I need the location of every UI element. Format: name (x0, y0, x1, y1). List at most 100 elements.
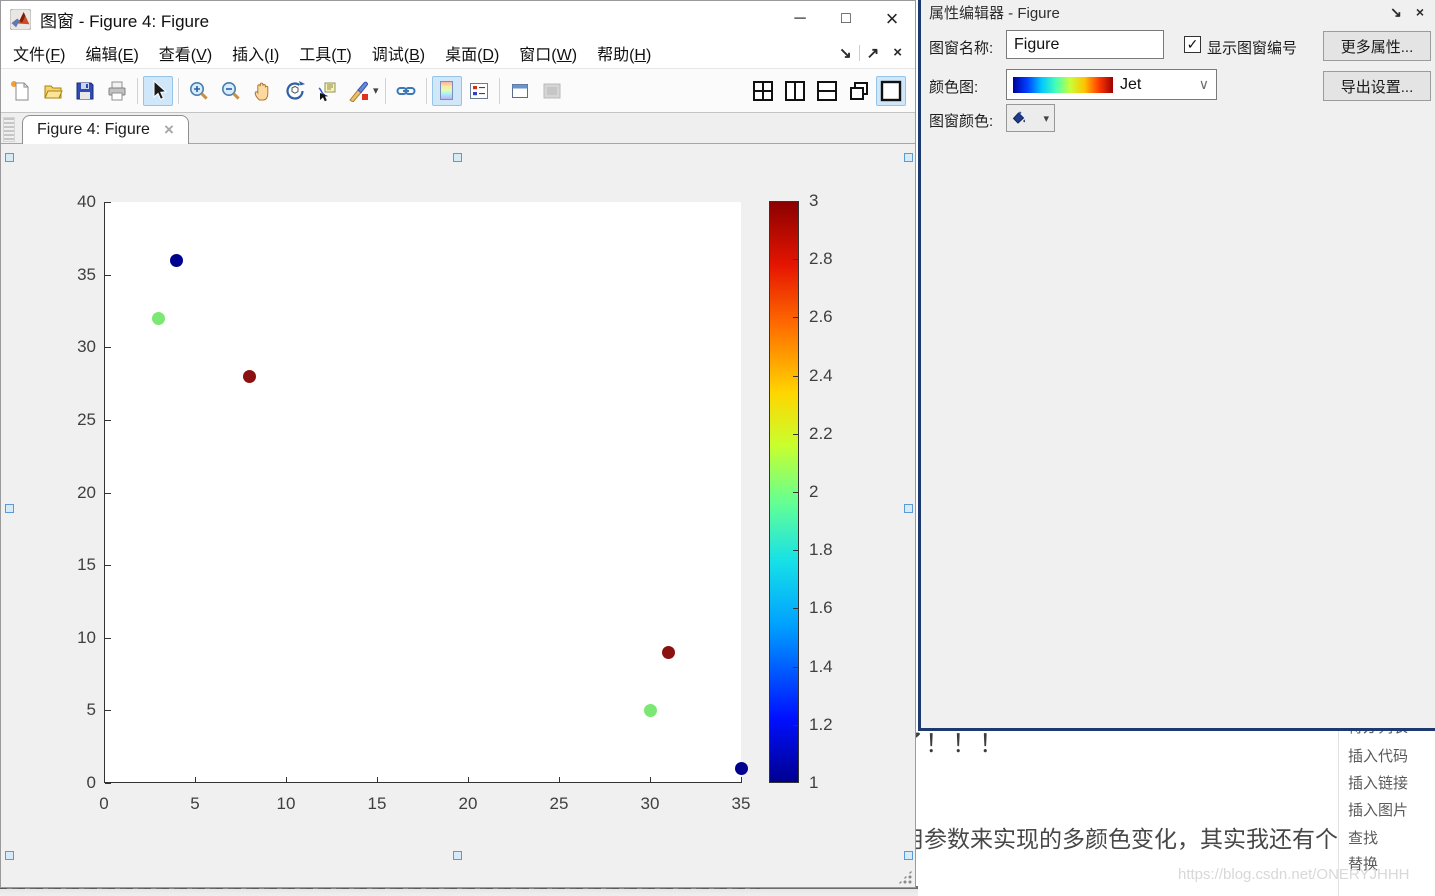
toolbar-separator (384, 77, 386, 104)
scatter-point[interactable] (170, 253, 184, 267)
y-axis-tick (105, 783, 111, 784)
split-top-bottom-icon (817, 80, 837, 101)
selection-handle (5, 153, 14, 162)
menu-t[interactable]: 工具(T) (291, 38, 359, 68)
menu-i[interactable]: 插入(I) (224, 38, 287, 68)
selection-handle (5, 504, 14, 513)
brush-data-button[interactable] (344, 76, 374, 106)
x-tick-label: 25 (549, 794, 569, 813)
figure-tab-label: Figure 4: Figure (37, 121, 150, 138)
x-tick-label: 30 (640, 794, 660, 813)
jet-colormap-swatch (1013, 76, 1113, 93)
insert-colorbar-icon (440, 81, 454, 100)
zoom-out-button[interactable] (216, 76, 246, 106)
editor-link-5[interactable]: 查找 (1348, 827, 1378, 848)
figure-tab[interactable]: Figure 4: Figure × (22, 115, 189, 145)
open-file-button[interactable] (38, 76, 68, 106)
matlab-logo-icon (10, 8, 31, 30)
tile-windows-button[interactable] (748, 76, 778, 106)
editor-link-4[interactable]: 插入图片 (1348, 799, 1408, 820)
link-plots-button[interactable] (391, 76, 421, 106)
maximize-button[interactable]: □ (823, 3, 869, 35)
split-left-right-button[interactable] (780, 76, 810, 106)
rotate-3d-button[interactable] (280, 76, 310, 106)
figure-name-input[interactable] (1006, 30, 1164, 59)
close-window-button[interactable]: × (869, 3, 915, 35)
insert-colorbar-button[interactable] (431, 75, 462, 106)
editor-link-3[interactable]: 插入链接 (1348, 772, 1408, 793)
colorbar-tick (793, 433, 798, 435)
scatter-point[interactable] (734, 761, 748, 775)
scatter-point[interactable] (243, 369, 257, 383)
y-tick-label: 40 (77, 192, 96, 211)
show-figure-number-checkbox[interactable]: ✓ (1184, 36, 1201, 53)
window-resize-grip[interactable] (898, 870, 912, 884)
panel-close-icon[interactable]: × (1409, 4, 1431, 21)
menu-e[interactable]: 编辑(E) (77, 38, 146, 68)
chevron-down-icon: ∨ (1198, 76, 1209, 92)
link-plots-icon (396, 86, 416, 95)
minimize-button[interactable]: ─ (777, 3, 823, 35)
edit-plot-pointer-button[interactable] (143, 75, 173, 106)
zoom-in-button[interactable] (184, 76, 214, 106)
tab-close-icon[interactable]: × (164, 120, 174, 140)
split-top-bottom-button[interactable] (812, 76, 842, 106)
print-figure-button[interactable] (102, 76, 132, 106)
colormap-label: 颜色图: (929, 79, 979, 96)
insert-legend-button[interactable] (464, 76, 494, 106)
y-tick-label: 20 (77, 482, 96, 502)
toolbar-separator (178, 77, 179, 104)
data-cursor-icon (318, 82, 336, 101)
zoom-in-icon (190, 81, 208, 100)
y-axis-tick (105, 202, 111, 203)
menu-h[interactable]: 帮助(H) (589, 38, 659, 68)
save-figure-button[interactable] (70, 76, 100, 106)
menu-d[interactable]: 桌面(D) (437, 38, 507, 68)
menu-b[interactable]: 调试(B) (364, 38, 433, 68)
toolbar-main-group: ▾ (5, 75, 568, 106)
scatter-point[interactable] (643, 703, 657, 717)
new-figure-button[interactable] (6, 76, 36, 106)
menu-w[interactable]: 窗口(W) (511, 38, 585, 68)
x-tick-label: 10 (276, 794, 296, 813)
tab-drag-grip[interactable] (3, 117, 15, 142)
menu-f[interactable]: 文件(F) (5, 38, 73, 68)
data-cursor-button[interactable] (312, 76, 342, 106)
close-figure-icon[interactable]: × (886, 44, 909, 61)
rotate-3d-icon (286, 80, 305, 100)
figure-color-label: 图窗颜色: (929, 113, 994, 130)
property-editor-title: 属性编辑器 - Figure (929, 4, 1060, 22)
hide-plot-tools-icon (511, 83, 528, 98)
colormap-dropdown[interactable]: Jet ∨ (1006, 69, 1217, 100)
menu-v[interactable]: 查看(V) (151, 38, 220, 68)
y-axis-tick (105, 492, 111, 494)
scatter-point[interactable] (661, 645, 675, 659)
colorbar-tick (793, 782, 798, 783)
x-axis-tick (741, 777, 742, 783)
brush-data-icon (349, 81, 368, 102)
colorbar-tick (793, 259, 798, 261)
pan-button[interactable] (248, 76, 278, 106)
colorbar-tick (793, 201, 798, 202)
editor-link-2[interactable]: 插入代码 (1348, 745, 1408, 766)
y-tick-label: 10 (77, 627, 96, 647)
maximize-window-icon (880, 80, 902, 101)
float-window-button[interactable] (844, 76, 874, 106)
more-properties-button[interactable]: 更多属性... (1323, 31, 1431, 61)
colorbar-tick-label: 2 (809, 482, 819, 501)
plot-area[interactable] (104, 202, 741, 783)
y-tick-label: 25 (77, 409, 96, 429)
paint-bucket-icon (1012, 111, 1026, 124)
export-settings-button[interactable]: 导出设置... (1323, 71, 1431, 101)
hide-plot-tools-button[interactable] (505, 76, 535, 106)
scatter-point[interactable] (152, 311, 166, 325)
x-tick-label: 15 (367, 794, 387, 813)
undock-arrow-icon[interactable]: ↗ (860, 44, 887, 62)
dock-figure-arrow-icon[interactable]: ↘ (832, 44, 859, 62)
panel-dock-arrow-icon[interactable]: ↘ (1383, 4, 1409, 21)
brush-data-dropdown-caret[interactable]: ▾ (373, 84, 379, 97)
figure-color-dropdown[interactable]: ▾ (1006, 104, 1055, 132)
figure-window: 图窗 - Figure 4: Figure ─ □ × 文件(F) 编辑(E) 查看… (0, 0, 916, 888)
x-axis-tick (286, 777, 287, 783)
maximize-window-button[interactable] (876, 75, 906, 106)
